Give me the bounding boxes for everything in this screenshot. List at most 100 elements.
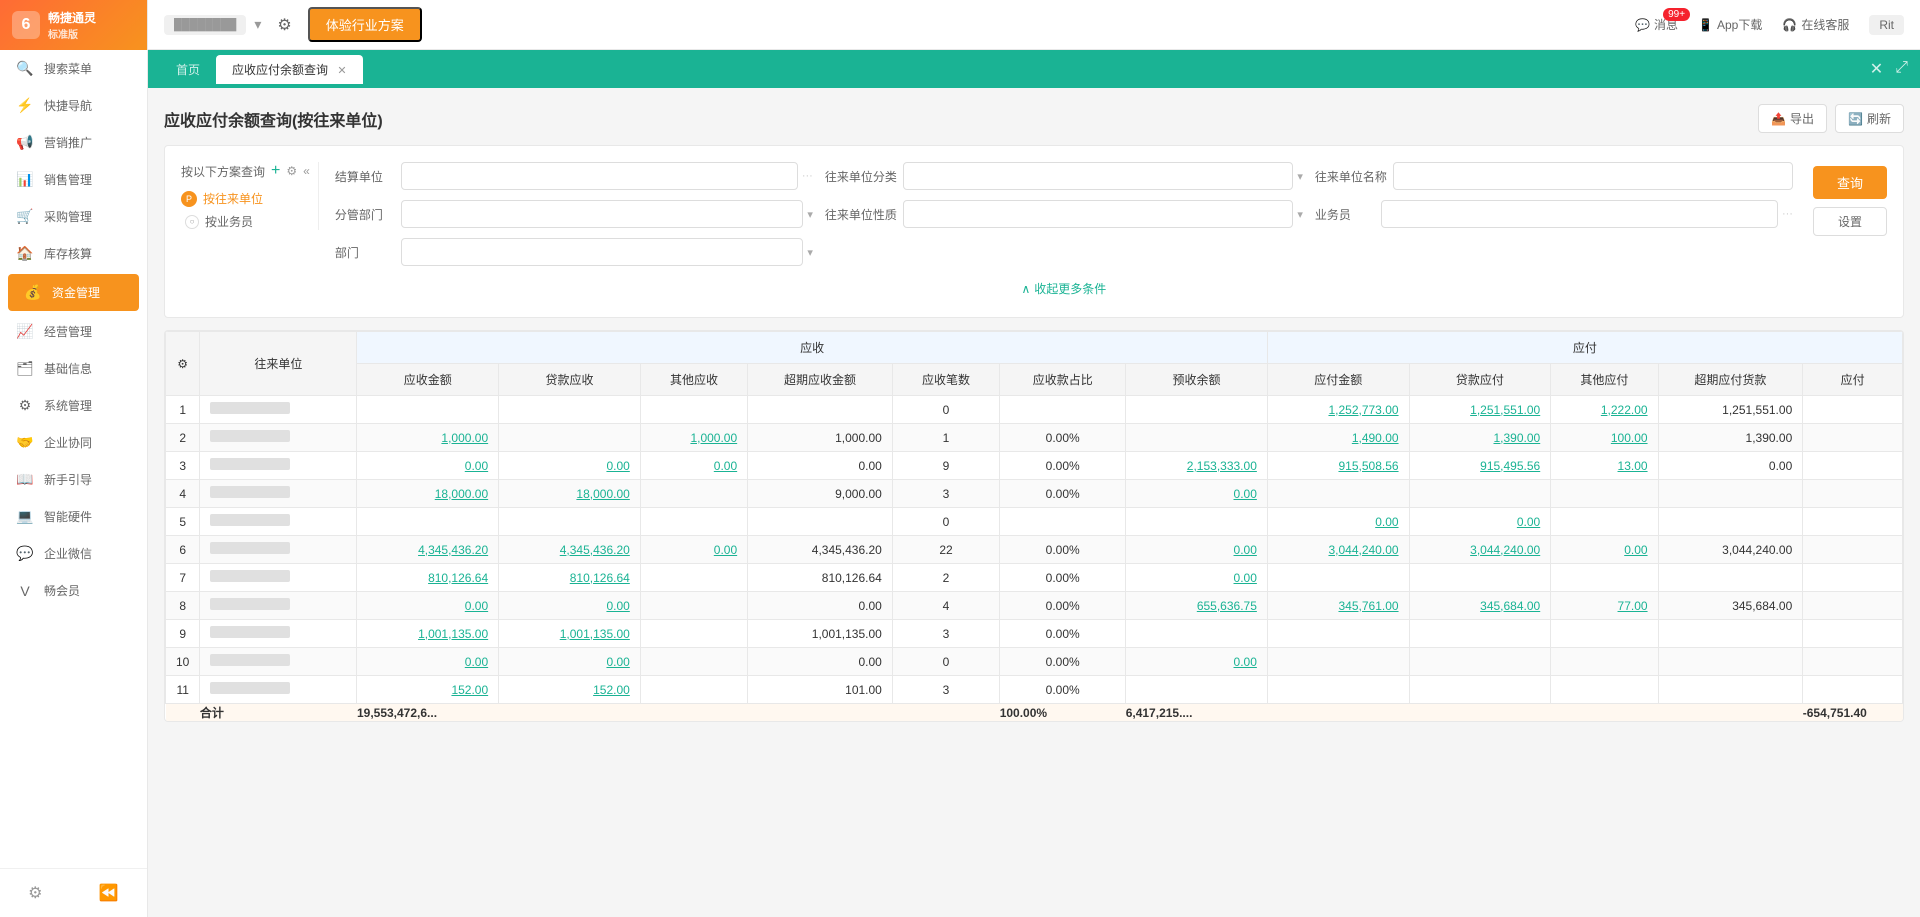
scheme-salesperson[interactable]: ○ 按业务员 (185, 213, 310, 230)
sidebar-logo: 6 畅捷通灵 标准版 (0, 0, 147, 50)
sidebar-item-funds[interactable]: 💰 资金管理 (8, 274, 139, 311)
warehouse-icon: 🏠 (16, 245, 34, 262)
sidebar-bottom: ⚙ ⏪ (0, 868, 147, 917)
sidebar-item-weixin[interactable]: 💬 企业微信 (0, 535, 147, 572)
filter-scheme-column: 按以下方案查询 + ⚙ « P 按往来单位 ○ (181, 162, 319, 230)
col-group-payable: 应付 (1267, 332, 1902, 364)
folder-icon: 🗂 (16, 360, 34, 377)
sidebar-item-basic-info[interactable]: 🗂 基础信息 (0, 350, 147, 387)
sidebar-item-vip[interactable]: V 畅会员 (0, 572, 147, 609)
data-table: ⚙ 往来单位 应收 应付 应收金额 贷款应收 其他应收 超期应收金额 应收笔数 … (165, 331, 1903, 721)
footer-recv-total: 19,553,472,6... (357, 704, 499, 722)
message-icon: 💬 (1635, 18, 1650, 32)
header-dropdown-icon[interactable]: ▾ (254, 16, 261, 33)
sidebar-item-search[interactable]: 🔍 搜索菜单 (0, 50, 147, 87)
filter-actions: 查询 设置 (1801, 162, 1887, 236)
col-pay-loan: 贷款应付 (1409, 364, 1551, 396)
table-row: 91,001,135.001,001,135.001,001,135.0030.… (166, 620, 1903, 648)
department-arrow-icon[interactable]: ▾ (807, 246, 813, 259)
export-icon: 📤 (1771, 112, 1786, 126)
table-row: 64,345,436.204,345,436.200.004,345,436.2… (166, 536, 1903, 564)
tab-query[interactable]: 应收应付余额查询 ✕ (216, 55, 363, 84)
table-row: 7810,126.64810,126.64810,126.6420.00%0.0… (166, 564, 1903, 592)
tab-close-btn[interactable]: ✕ (1870, 59, 1883, 79)
salesperson-dots[interactable]: ··· (1782, 208, 1793, 220)
counterpart-category-input[interactable] (903, 162, 1294, 190)
col-pay-amt: 应付金额 (1267, 364, 1409, 396)
nature-arrow-icon[interactable]: ▾ (1297, 208, 1303, 221)
scheme-icon-partner: P (181, 191, 197, 207)
col-settings[interactable]: ⚙ (166, 332, 200, 396)
col-pay-balance: 应付 (1803, 364, 1903, 396)
settlement-dots[interactable]: ··· (802, 170, 813, 182)
export-button[interactable]: 📤 导出 (1758, 104, 1827, 133)
filter-counterpart-category: 往来单位分类 ▾ (825, 162, 1303, 190)
tab-expand-btn[interactable]: ⤢ (1895, 59, 1908, 79)
tab-close-icon[interactable]: ✕ (337, 65, 346, 77)
dept-arrow-icon[interactable]: ▾ (807, 208, 813, 221)
sidebar-settings-icon[interactable]: ⚙ (28, 883, 42, 903)
sidebar-item-sales[interactable]: 📊 销售管理 (0, 161, 147, 198)
sidebar-item-hardware[interactable]: 💻 智能硬件 (0, 498, 147, 535)
col-pay-other: 其他应付 (1551, 364, 1658, 396)
header-app-download[interactable]: 📱 App下载 (1698, 16, 1762, 33)
header-gear-icon[interactable]: ⚙ (277, 15, 291, 35)
col-recv-ratio: 应收款占比 (1000, 364, 1126, 396)
col-pay-overdue: 超期应付货款 (1658, 364, 1803, 396)
flash-icon: ⚡ (16, 97, 34, 114)
query-button[interactable]: 查询 (1813, 166, 1887, 199)
data-table-wrap: ⚙ 往来单位 应收 应付 应收金额 贷款应收 其他应收 超期应收金额 应收笔数 … (164, 330, 1904, 722)
header-message[interactable]: 💬 消息 99+ (1635, 16, 1678, 33)
chat-icon: 💬 (16, 545, 34, 562)
collapse-more-btn[interactable]: ∧ 收起更多条件 (335, 276, 1793, 301)
sidebar-item-inventory[interactable]: 🏠 库存核算 (0, 235, 147, 272)
gear-icon: ⚙ (16, 397, 34, 414)
sidebar-item-quicknav[interactable]: ⚡ 快捷导航 (0, 87, 147, 124)
scheme-partner[interactable]: P 按往来单位 (181, 190, 310, 207)
col-recv-advance: 预收余额 (1126, 364, 1268, 396)
filter-area: 按以下方案查询 + ⚙ « P 按往来单位 ○ (164, 145, 1904, 318)
filter-add-btn[interactable]: + (271, 162, 280, 180)
managing-dept-input[interactable] (401, 200, 804, 228)
counterpart-name-input[interactable] (1393, 162, 1793, 190)
col-recv-overdue: 超期应收金额 (748, 364, 893, 396)
table-row: 11152.00152.00101.0030.00% (166, 676, 1903, 704)
refresh-icon: 🔄 (1848, 112, 1863, 126)
message-badge: 99+ (1663, 8, 1690, 21)
sidebar-item-marketing[interactable]: 📢 营销推广 (0, 124, 147, 161)
table-row: 101,252,773.001,251,551.001,222.001,251,… (166, 396, 1903, 424)
sidebar-item-system[interactable]: ⚙ 系统管理 (0, 387, 147, 424)
footer-recv-ratio: 100.00% (1000, 704, 1126, 722)
sidebar-item-operations[interactable]: 📈 经营管理 (0, 313, 147, 350)
filter-salesperson: 业务员 ··· (1315, 200, 1793, 228)
salesperson-input[interactable] (1381, 200, 1778, 228)
footer-recv-advance: 6,417,215.... (1126, 704, 1268, 722)
sidebar-item-guide[interactable]: 📖 新手引导 (0, 461, 147, 498)
app-name: 畅捷通灵 (48, 9, 96, 26)
filter-settlement-unit: 结算单位 ··· (335, 162, 813, 190)
header-promo-button[interactable]: 体验行业方案 (308, 7, 422, 42)
category-arrow-icon[interactable]: ▾ (1297, 170, 1303, 183)
sidebar-item-purchase[interactable]: 🛒 采购管理 (0, 198, 147, 235)
tab-bar: 首页 应收应付余额查询 ✕ ✕ ⤢ (148, 50, 1920, 88)
refresh-button[interactable]: 🔄 刷新 (1835, 104, 1904, 133)
filter-department: 部门 ▾ (335, 238, 813, 266)
table-row: 418,000.0018,000.009,000.0030.00%0.00 (166, 480, 1903, 508)
tab-home[interactable]: 首页 (160, 55, 216, 84)
counterpart-nature-input[interactable] (903, 200, 1294, 228)
header-user[interactable]: Rit (1869, 18, 1904, 32)
sidebar-collapse-icon[interactable]: ⏪ (99, 883, 119, 903)
sidebar-item-enterprise[interactable]: 🤝 企业协同 (0, 424, 147, 461)
header-online-service[interactable]: 🎧 在线客服 (1782, 16, 1849, 33)
col-recv-count: 应收笔数 (892, 364, 999, 396)
filter-fold-btn[interactable]: « (303, 164, 310, 178)
megaphone-icon: 📢 (16, 134, 34, 151)
settlement-unit-input[interactable] (401, 162, 798, 190)
app-version: 标准版 (48, 26, 96, 41)
department-input[interactable] (401, 238, 804, 266)
filter-settings-btn[interactable]: ⚙ (286, 164, 297, 178)
search-icon: 🔍 (16, 60, 34, 77)
setting-button[interactable]: 设置 (1813, 207, 1887, 236)
main-content: 应收应付余额查询(按往来单位) 📤 导出 🔄 刷新 按以下方案查询 (148, 88, 1920, 917)
footer-label: 合计 (200, 704, 357, 722)
